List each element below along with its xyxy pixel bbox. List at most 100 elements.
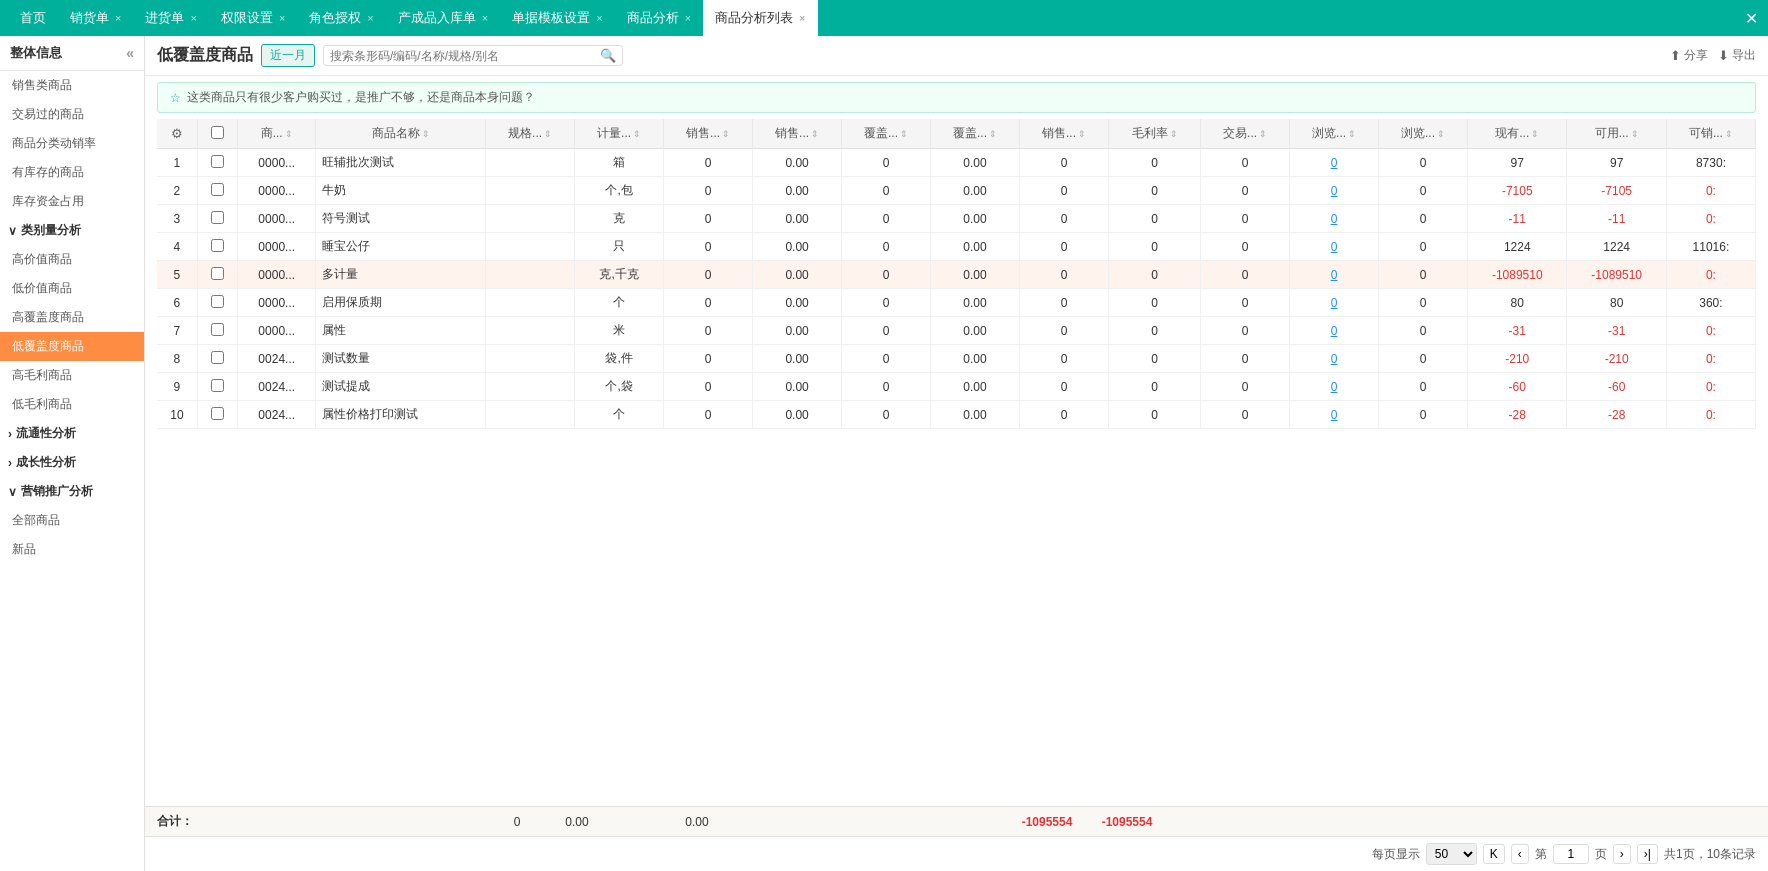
date-filter-button[interactable]: 近一月 (261, 44, 315, 67)
row-checkbox[interactable] (197, 149, 238, 177)
sidebar-section-marketing[interactable]: ∨ 营销推广分析 (0, 477, 144, 506)
row-checkbox[interactable] (197, 289, 238, 317)
row-checkbox[interactable] (197, 205, 238, 233)
row-checkbox[interactable] (197, 177, 238, 205)
close-icon[interactable]: × (482, 12, 488, 24)
row-checkbox[interactable] (197, 345, 238, 373)
row-browse1[interactable]: 0 (1290, 289, 1379, 317)
row-select-checkbox[interactable] (211, 267, 224, 280)
row-checkbox[interactable] (197, 233, 238, 261)
close-icon[interactable]: × (367, 12, 373, 24)
sidebar-item-low-value[interactable]: 低价值商品 (0, 274, 144, 303)
sidebar-item-sales-goods[interactable]: 销售类商品 (0, 71, 144, 100)
close-icon[interactable]: × (596, 12, 602, 24)
column-unit[interactable]: 计量...⇕ (575, 119, 664, 149)
nav-tab-analysis-list[interactable]: 商品分析列表 × (703, 0, 817, 36)
column-sales1[interactable]: 销售...⇕ (664, 119, 753, 149)
column-cover2[interactable]: 覆盖...⇕ (931, 119, 1020, 149)
row-browse1[interactable]: 0 (1290, 233, 1379, 261)
row-browse1[interactable]: 0 (1290, 317, 1379, 345)
close-icon[interactable]: × (279, 12, 285, 24)
column-trade[interactable]: 交易...⇕ (1201, 119, 1290, 149)
row-browse1[interactable]: 0 (1290, 149, 1379, 177)
nav-tab-products-in[interactable]: 产成品入库单 × (386, 0, 500, 36)
sidebar-item-traded-goods[interactable]: 交易过的商品 (0, 100, 144, 129)
column-settings[interactable]: ⚙ (157, 119, 197, 149)
row-checkbox[interactable] (197, 317, 238, 345)
row-browse1[interactable]: 0 (1290, 261, 1379, 289)
column-sales2[interactable]: 销售...⇕ (753, 119, 842, 149)
column-browse2[interactable]: 浏览...⇕ (1379, 119, 1468, 149)
column-available[interactable]: 可用...⇕ (1567, 119, 1666, 149)
column-code[interactable]: 商...⇕ (238, 119, 316, 149)
column-current[interactable]: 现有...⇕ (1468, 119, 1567, 149)
page-size-select[interactable]: 50 20 100 200 (1426, 843, 1477, 865)
row-select-checkbox[interactable] (211, 351, 224, 364)
search-input[interactable] (330, 49, 596, 63)
row-select-checkbox[interactable] (211, 239, 224, 252)
row-browse1[interactable]: 0 (1290, 177, 1379, 205)
nav-tab-purchase[interactable]: 进货单 × (133, 0, 208, 36)
row-select-checkbox[interactable] (211, 323, 224, 336)
first-page-button[interactable]: K (1483, 844, 1505, 864)
column-checkbox[interactable] (197, 119, 238, 149)
search-icon[interactable]: 🔍 (600, 48, 616, 63)
row-browse1[interactable]: 0 (1290, 345, 1379, 373)
row-select-checkbox[interactable] (211, 155, 224, 168)
close-icon[interactable]: × (115, 12, 121, 24)
column-saleable[interactable]: 可销...⇕ (1666, 119, 1755, 149)
window-close-button[interactable]: ✕ (1745, 9, 1758, 28)
row-code: 0024... (238, 345, 316, 373)
sidebar-item-high-value[interactable]: 高价值商品 (0, 245, 144, 274)
column-cover1[interactable]: 覆盖...⇕ (842, 119, 931, 149)
sidebar-collapse-button[interactable]: « (126, 45, 134, 61)
select-all-checkbox[interactable] (211, 126, 224, 139)
row-select-checkbox[interactable] (211, 379, 224, 392)
sidebar-item-low-coverage[interactable]: 低覆盖度商品 (0, 332, 144, 361)
column-browse1[interactable]: 浏览...⇕ (1290, 119, 1379, 149)
sidebar-item-high-margin[interactable]: 高毛利商品 (0, 361, 144, 390)
share-button[interactable]: ⬆ 分享 (1670, 47, 1708, 64)
nav-tab-sales[interactable]: 销货单 × (58, 0, 133, 36)
prev-page-button[interactable]: ‹ (1511, 844, 1529, 864)
nav-tab-analysis[interactable]: 商品分析 × (615, 0, 703, 36)
nav-tab-permissions[interactable]: 权限设置 × (209, 0, 297, 36)
sidebar-section-circulation[interactable]: › 流通性分析 (0, 419, 144, 448)
table-row: 6 0000... 启用保质期 个 0 0.00 0 0.00 0 0 0 0 … (157, 289, 1756, 317)
row-checkbox[interactable] (197, 373, 238, 401)
row-select-checkbox[interactable] (211, 407, 224, 420)
close-icon[interactable]: × (685, 12, 691, 24)
column-spec[interactable]: 规格...⇕ (486, 119, 575, 149)
nav-tab-templates[interactable]: 单据模板设置 × (500, 0, 614, 36)
sidebar-item-low-margin[interactable]: 低毛利商品 (0, 390, 144, 419)
column-sales3[interactable]: 销售...⇕ (1020, 119, 1109, 149)
row-browse1[interactable]: 0 (1290, 373, 1379, 401)
sidebar-item-high-coverage[interactable]: 高覆盖度商品 (0, 303, 144, 332)
row-checkbox[interactable] (197, 401, 238, 429)
sidebar-item-all-goods[interactable]: 全部商品 (0, 506, 144, 535)
sidebar-item-stock-capital[interactable]: 库存资金占用 (0, 187, 144, 216)
next-page-button[interactable]: › (1613, 844, 1631, 864)
close-icon[interactable]: × (190, 12, 196, 24)
export-button[interactable]: ⬇ 导出 (1718, 47, 1756, 64)
sidebar-item-category-rate[interactable]: 商品分类动销率 (0, 129, 144, 158)
row-select-checkbox[interactable] (211, 183, 224, 196)
row-trade: 0 (1201, 233, 1290, 261)
sidebar-section-category[interactable]: ∨ 类别量分析 (0, 216, 144, 245)
nav-tab-home[interactable]: 首页 (8, 0, 58, 36)
row-select-checkbox[interactable] (211, 295, 224, 308)
row-checkbox[interactable] (197, 261, 238, 289)
page-number-input[interactable] (1553, 844, 1589, 864)
last-page-button[interactable]: ›| (1637, 844, 1658, 864)
nav-tab-roles[interactable]: 角色授权 × (297, 0, 385, 36)
row-browse1[interactable]: 0 (1290, 205, 1379, 233)
column-name[interactable]: 商品名称⇕ (316, 119, 486, 149)
column-margin[interactable]: 毛利率⇕ (1109, 119, 1201, 149)
row-browse1[interactable]: 0 (1290, 401, 1379, 429)
close-icon[interactable]: × (799, 12, 805, 24)
settings-icon[interactable]: ⚙ (171, 126, 183, 141)
sidebar-section-growth[interactable]: › 成长性分析 (0, 448, 144, 477)
sidebar-item-new-goods[interactable]: 新品 (0, 535, 144, 564)
sidebar-item-stocked-goods[interactable]: 有库存的商品 (0, 158, 144, 187)
row-select-checkbox[interactable] (211, 211, 224, 224)
